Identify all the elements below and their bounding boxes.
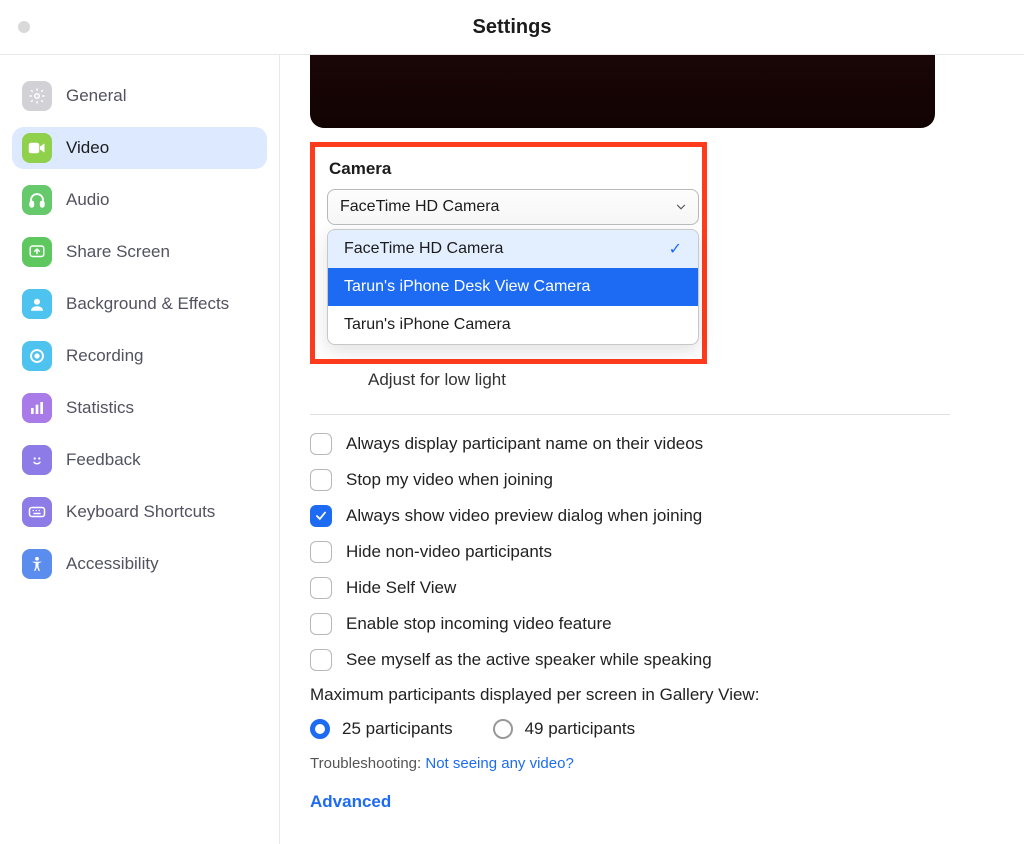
video-icon <box>22 133 52 163</box>
camera-option-0[interactable]: FaceTime HD Camera ✓ <box>328 230 698 268</box>
settings-window: { "title": "Settings", "sidebar": { "ite… <box>0 0 1024 844</box>
camera-select-value: FaceTime HD Camera <box>340 198 499 216</box>
sidebar-item-label: Audio <box>66 190 109 210</box>
content-pane: Camera FaceTime HD Camera FaceTime HD Ca… <box>280 55 1024 844</box>
sidebar-item-share-screen[interactable]: Share Screen <box>12 231 267 273</box>
camera-option-1[interactable]: Tarun's iPhone Desk View Camera <box>328 268 698 306</box>
video-option-1[interactable]: Stop my video when joining <box>310 469 984 491</box>
user-icon <box>22 289 52 319</box>
keyboard-icon <box>22 497 52 527</box>
video-option-5[interactable]: Enable stop incoming video feature <box>310 613 984 635</box>
camera-select[interactable]: FaceTime HD Camera <box>327 189 699 225</box>
camera-option-2[interactable]: Tarun's iPhone Camera <box>328 306 698 344</box>
video-option-label: Hide Self View <box>346 578 456 598</box>
video-option-label: Enable stop incoming video feature <box>346 614 612 634</box>
camera-dropdown: FaceTime HD Camera ✓ Tarun's iPhone Desk… <box>327 229 699 345</box>
video-option-2[interactable]: Always show video preview dialog when jo… <box>310 505 984 527</box>
troubleshooting-text: Troubleshooting: Not seeing any video? <box>310 755 984 772</box>
checkbox-on-icon <box>310 505 332 527</box>
record-icon <box>22 341 52 371</box>
video-option-label: See myself as the active speaker while s… <box>346 650 712 670</box>
sidebar-item-label: Recording <box>66 346 144 366</box>
sidebar-item-video[interactable]: Video <box>12 127 267 169</box>
video-option-0[interactable]: Always display participant name on their… <box>310 433 984 455</box>
sidebar-item-general[interactable]: General <box>12 75 267 117</box>
chart-icon <box>22 393 52 423</box>
camera-callout: Camera FaceTime HD Camera FaceTime HD Ca… <box>310 142 707 364</box>
sidebar-item-label: Share Screen <box>66 242 170 262</box>
sidebar-item-recording[interactable]: Recording <box>12 335 267 377</box>
sidebar-item-label: Background & Effects <box>66 294 229 314</box>
checkbox-off-icon <box>310 649 332 671</box>
sidebar-item-label: Feedback <box>66 450 141 470</box>
video-option-label: Always show video preview dialog when jo… <box>346 506 702 526</box>
video-preview <box>310 55 935 128</box>
checkbox-off-icon <box>310 469 332 491</box>
checkbox-off-icon <box>310 541 332 563</box>
checkbox-off-icon <box>310 613 332 635</box>
video-option-label: Hide non-video participants <box>346 542 552 562</box>
smiley-icon <box>22 445 52 475</box>
checkbox-off-icon <box>310 577 332 599</box>
advanced-link[interactable]: Advanced <box>310 792 984 812</box>
sidebar-item-label: General <box>66 86 126 106</box>
gear-icon <box>22 81 52 111</box>
titlebar: Settings <box>0 0 1024 55</box>
camera-section-label: Camera <box>329 159 690 179</box>
sidebar-item-keyboard[interactable]: Keyboard Shortcuts <box>12 491 267 533</box>
video-option-6[interactable]: See myself as the active speaker while s… <box>310 649 984 671</box>
sidebar-item-background[interactable]: Background & Effects <box>12 283 267 325</box>
sidebar-item-label: Statistics <box>66 398 134 418</box>
gallery-view-label: Maximum participants displayed per scree… <box>310 685 984 705</box>
troubleshoot-link[interactable]: Not seeing any video? <box>425 755 573 772</box>
video-option-label: Stop my video when joining <box>346 470 553 490</box>
accessibility-icon <box>22 549 52 579</box>
share-screen-icon <box>22 237 52 267</box>
radio-on-icon <box>310 719 330 739</box>
check-icon: ✓ <box>669 239 682 259</box>
checkbox-off-icon <box>310 433 332 455</box>
sidebar-item-label: Video <box>66 138 109 158</box>
sidebar-item-accessibility[interactable]: Accessibility <box>12 543 267 585</box>
headphones-icon <box>22 185 52 215</box>
sidebar-item-feedback[interactable]: Feedback <box>12 439 267 481</box>
video-option-3[interactable]: Hide non-video participants <box>310 541 984 563</box>
gallery-radio-group: 25 participants 49 participants <box>310 719 984 739</box>
divider <box>310 414 950 415</box>
sidebar-item-audio[interactable]: Audio <box>12 179 267 221</box>
video-option-label: Always display participant name on their… <box>346 434 703 454</box>
radio-25-participants[interactable]: 25 participants <box>310 719 453 739</box>
radio-off-icon <box>493 719 513 739</box>
window-title: Settings <box>0 16 1024 39</box>
video-options-list: Always display participant name on their… <box>310 433 984 671</box>
adjust-low-light-label: Adjust for low light <box>368 370 984 390</box>
sidebar-item-statistics[interactable]: Statistics <box>12 387 267 429</box>
sidebar-item-label: Keyboard Shortcuts <box>66 502 215 522</box>
radio-49-participants[interactable]: 49 participants <box>493 719 636 739</box>
body: General Video Audio Share Screen <box>0 55 1024 844</box>
video-option-4[interactable]: Hide Self View <box>310 577 984 599</box>
sidebar: General Video Audio Share Screen <box>0 55 280 844</box>
chevron-down-icon <box>674 200 688 219</box>
sidebar-item-label: Accessibility <box>66 554 159 574</box>
